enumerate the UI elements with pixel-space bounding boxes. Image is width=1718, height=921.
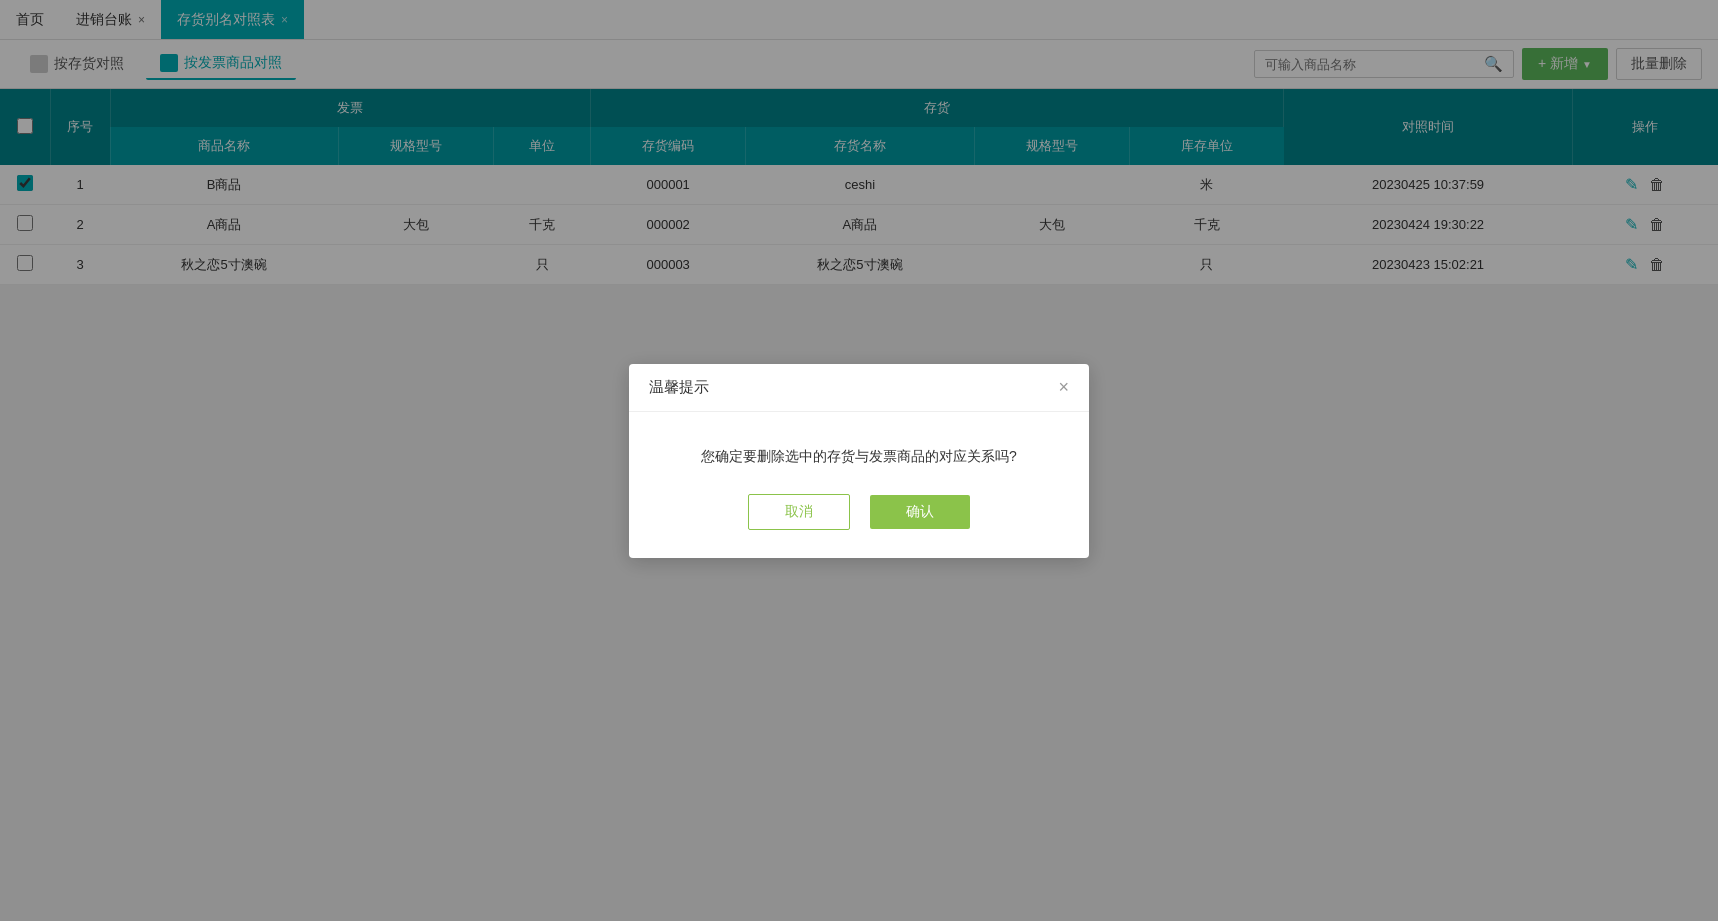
modal-overlay: 温馨提示 × 您确定要删除选中的存货与发票商品的对应关系吗? 取消 确认 <box>0 0 1718 285</box>
